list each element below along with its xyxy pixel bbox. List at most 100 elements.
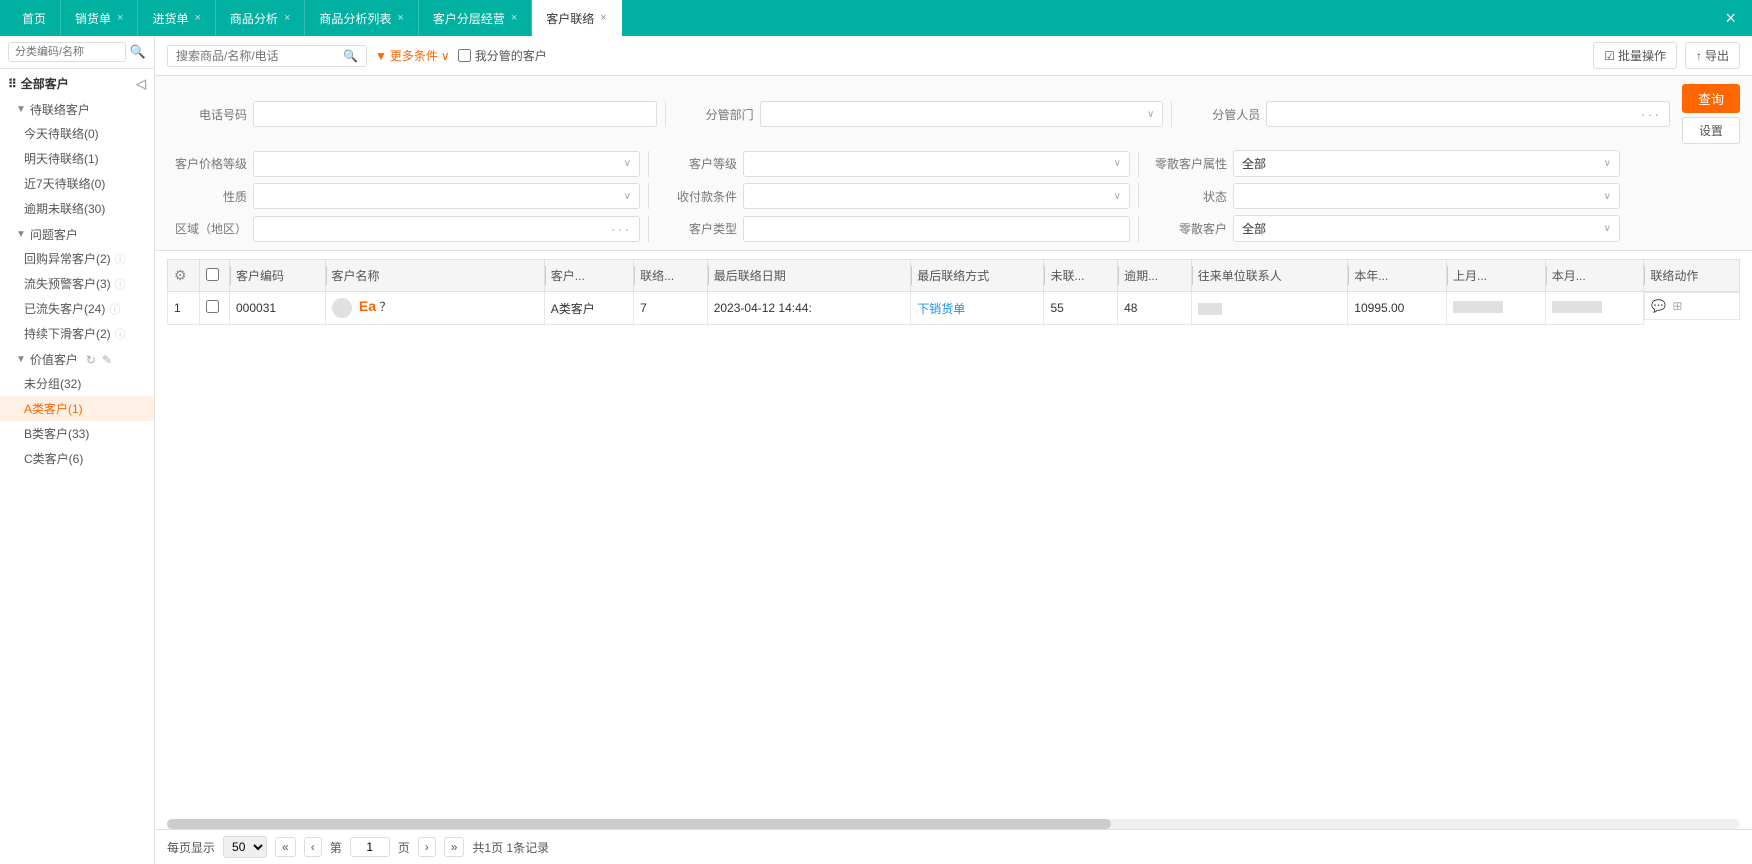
horizontal-scrollbar[interactable] [167, 819, 1740, 829]
nav-customer-tier[interactable]: 客户分层经营 × [419, 0, 532, 36]
close-product-list-tab[interactable]: × [397, 12, 403, 24]
select-all-checkbox[interactable] [206, 268, 219, 281]
nav-purchase[interactable]: 进货单 × [138, 0, 215, 36]
filter-search-input[interactable] [176, 49, 339, 63]
col-company-contact: 往来单位联系人 [1191, 260, 1348, 292]
manager-input[interactable]: ··· [1266, 101, 1670, 127]
price-tier-dropdown[interactable]: ∨ [253, 151, 640, 177]
first-page-button[interactable]: « [275, 837, 296, 857]
customer-tier-dropdown[interactable]: ∨ [743, 151, 1130, 177]
row-this-year: 10995.00 [1348, 292, 1447, 325]
sidebar-fold-button[interactable]: ◁ [136, 76, 146, 92]
col-this-year: 本年... [1348, 260, 1447, 292]
prev-page-button[interactable]: ‹ [304, 837, 322, 857]
sidebar-group-value[interactable]: ▼ 价值客户 ↻ ✎ [0, 346, 154, 371]
payment-dropdown[interactable]: ∨ [743, 183, 1130, 209]
close-customer-tier-tab[interactable]: × [511, 12, 517, 24]
sidebar-item-churn-warning[interactable]: 流失预警客户(3) ⓘ [0, 271, 154, 296]
filter-price-tier: 客户价格等级 ∨ [167, 151, 640, 177]
sidebar-item-today[interactable]: 今天待联络(0) [0, 121, 154, 146]
nav-product-analysis[interactable]: 商品分析 × [216, 0, 305, 36]
col-name: 客户名称 [325, 260, 544, 292]
grid-icon: ⠿ [8, 77, 17, 91]
info-icon4: ⓘ [115, 326, 126, 342]
filter-nature: 性质 ∨ [167, 183, 640, 209]
retail-attr-dropdown[interactable]: 全部 ∨ [1233, 150, 1620, 177]
row-code: 000031 [230, 292, 326, 325]
page-number-input[interactable] [350, 837, 390, 857]
sidebar-search-input[interactable] [8, 42, 126, 62]
my-customers-check[interactable] [458, 49, 471, 62]
query-button[interactable]: 查询 [1682, 84, 1740, 113]
total-records-label: 共1页 1条记录 [472, 839, 549, 856]
col-last-month: 上月... [1447, 260, 1546, 292]
grid-icon[interactable]: ⊞ [1672, 299, 1682, 313]
nav-sales[interactable]: 销货单 × [61, 0, 138, 36]
retail-dropdown[interactable]: 全部 ∨ [1233, 215, 1620, 242]
dept-dropdown[interactable]: ∨ [760, 101, 1164, 127]
sidebar-item-overdue[interactable]: 逾期未联络(30) [0, 196, 154, 221]
edit-icon[interactable]: ✎ [102, 353, 112, 367]
row-checkbox[interactable] [200, 292, 230, 325]
window-close-button[interactable]: × [1717, 8, 1744, 29]
col-contact: 联络... [634, 260, 708, 292]
table-row: 1 000031 Ea ？ A类客户 7 2023-04-12 14:44: [168, 292, 1740, 325]
filter-search-box[interactable]: 🔍 [167, 45, 367, 67]
batch-operation-button[interactable]: ☑ 批量操作 [1593, 42, 1677, 69]
region-input[interactable]: ··· [253, 216, 640, 242]
filter-status: 状态 ∨ [1147, 183, 1620, 209]
sidebar-item-class-a[interactable]: A类客户(1) [0, 396, 154, 421]
sidebar-item-class-b[interactable]: B类客户(33) [0, 421, 154, 446]
sidebar-search-area: 🔍 [0, 36, 154, 69]
filter-customer-tier: 客户等级 ∨ [657, 151, 1130, 177]
sidebar-item-declining[interactable]: 持续下滑客户(2) ⓘ [0, 321, 154, 346]
phone-input[interactable] [253, 101, 657, 127]
chevron-down-icon: ∨ [441, 49, 450, 63]
sidebar-item-repurchase[interactable]: 回购异常客户(2) ⓘ [0, 246, 154, 271]
col-last-date: 最后联络日期 [707, 260, 911, 292]
scrollbar-thumb[interactable] [167, 819, 1111, 829]
sidebar-search-icon[interactable]: 🔍 [130, 44, 146, 60]
row-select-checkbox[interactable] [206, 300, 219, 313]
settings-icon[interactable]: ⚙ [174, 267, 187, 283]
close-sales-tab[interactable]: × [117, 12, 123, 24]
sidebar-item-churned[interactable]: 已流失客户(24) ⓘ [0, 296, 154, 321]
last-page-button[interactable]: » [444, 837, 465, 857]
per-page-select[interactable]: 50 [223, 836, 267, 858]
sidebar-group-pending[interactable]: ▼ 待联络客户 [0, 96, 154, 121]
nav-customer-contact[interactable]: 客户联络 × [532, 0, 621, 36]
sidebar-group-problem[interactable]: ▼ 问题客户 [0, 221, 154, 246]
close-customer-contact-tab[interactable]: × [600, 12, 606, 24]
ellipsis-icon2: ··· [611, 221, 631, 237]
export-icon: ↑ [1696, 49, 1702, 63]
close-purchase-tab[interactable]: × [194, 12, 200, 24]
info-icon2: ⓘ [115, 276, 126, 292]
chevron-down-icon7: ∨ [1604, 191, 1611, 202]
chat-icon[interactable]: 💬 [1651, 299, 1666, 313]
refresh-icon[interactable]: ↻ [86, 353, 96, 367]
sidebar-item-unclassified[interactable]: 未分组(32) [0, 371, 154, 396]
customer-type-input[interactable] [743, 216, 1130, 242]
sidebar-item-tomorrow[interactable]: 明天待联络(1) [0, 146, 154, 171]
row-last-method[interactable]: 下销货单 [911, 292, 1044, 325]
status-dropdown[interactable]: ∨ [1233, 183, 1620, 209]
my-customers-checkbox[interactable]: 我分管的客户 [458, 47, 547, 64]
nav-product-list[interactable]: 商品分析列表 × [305, 0, 418, 36]
filter-more-button[interactable]: ▼ 更多条件 ∨ [375, 47, 450, 64]
page-label: 第 [330, 839, 342, 856]
setting-button[interactable]: 设置 [1682, 117, 1740, 144]
all-customers-title[interactable]: ⠿ 全部客户 ◁ [0, 69, 154, 96]
close-product-tab[interactable]: × [284, 12, 290, 24]
info-icon: ⓘ [115, 251, 126, 267]
next-page-button[interactable]: › [418, 837, 436, 857]
col-this-month: 本月... [1545, 260, 1644, 292]
nature-dropdown[interactable]: ∨ [253, 183, 640, 209]
sidebar-item-7days[interactable]: 近7天待联络(0) [0, 171, 154, 196]
ellipsis-icon: ··· [1641, 106, 1661, 122]
sidebar: 🔍 ⠿ 全部客户 ◁ ▼ 待联络客户 今天待联络(0) 明天待联络(1) 近7天… [0, 36, 155, 864]
sidebar-item-class-c[interactable]: C类客户(6) [0, 446, 154, 471]
col-settings[interactable]: ⚙ [168, 260, 200, 292]
export-button[interactable]: ↑ 导出 [1685, 42, 1740, 69]
nav-home[interactable]: 首页 [8, 0, 61, 36]
row-index: 1 [168, 292, 200, 325]
